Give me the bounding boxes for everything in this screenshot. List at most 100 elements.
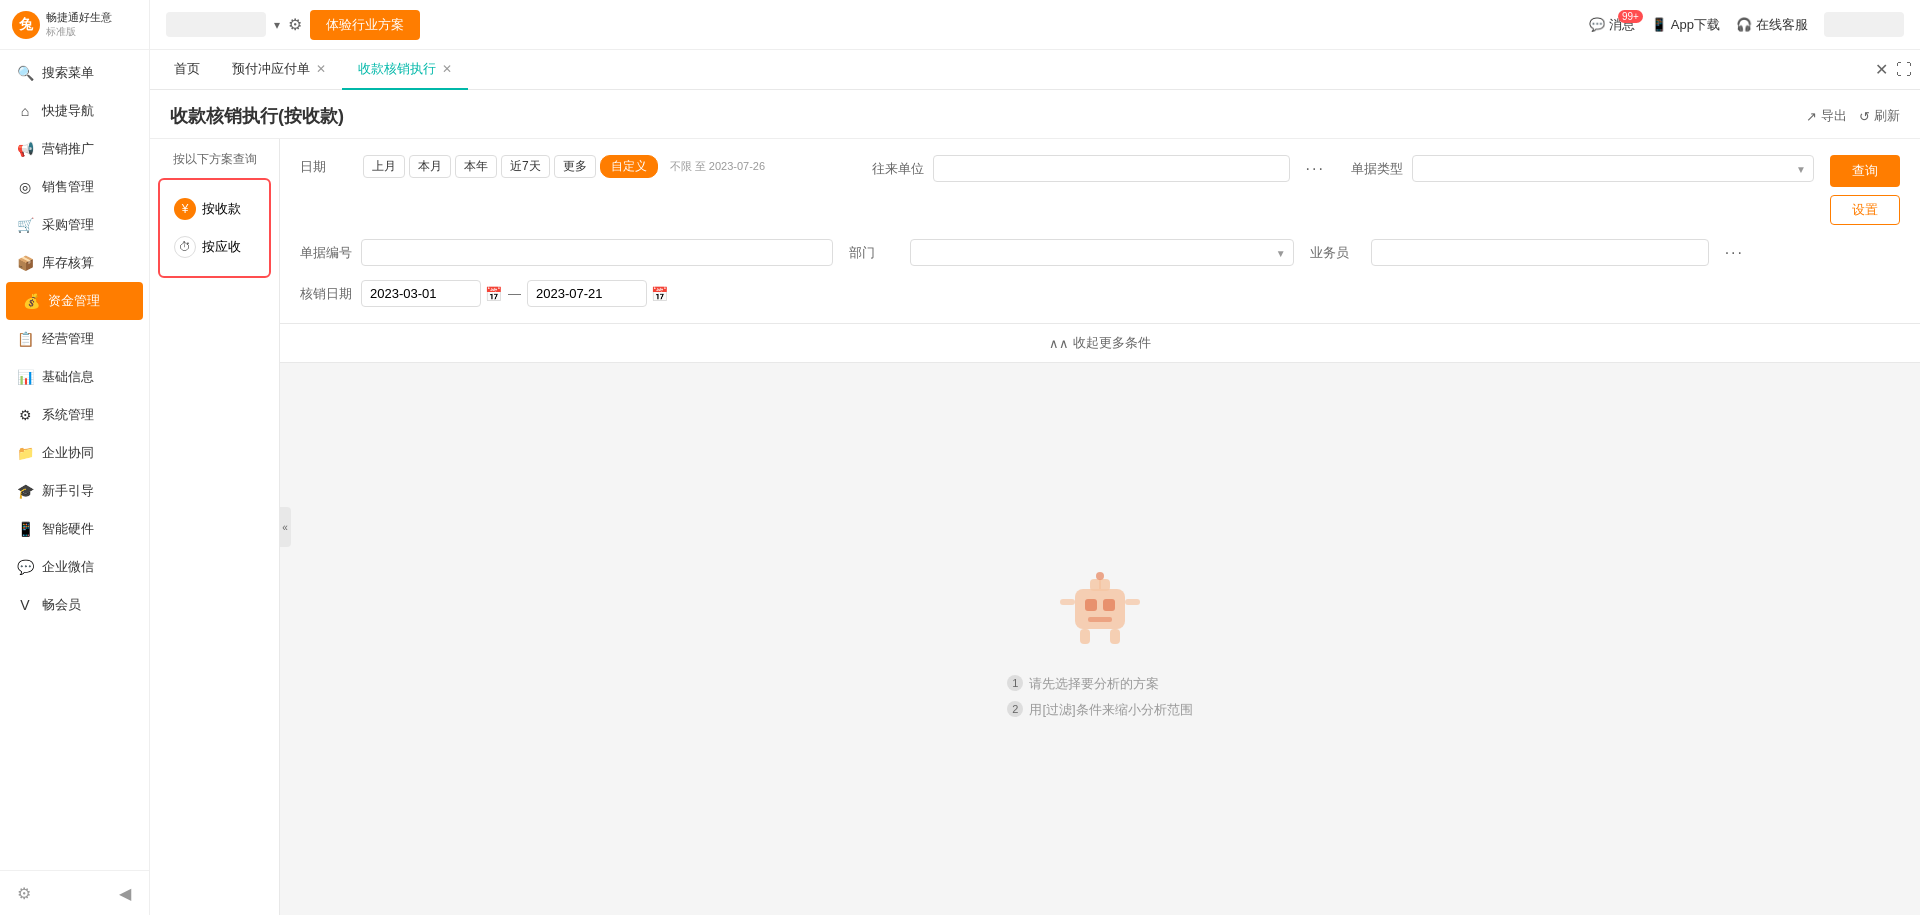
- sidebar-item-基础信息[interactable]: 📊 基础信息: [0, 358, 149, 396]
- svg-rect-7: [1060, 599, 1075, 605]
- svg-rect-0: [1075, 589, 1125, 629]
- sidebar-item-销售管理[interactable]: ◎ 销售管理: [0, 168, 149, 206]
- logo-icon: 兔: [12, 11, 40, 39]
- sidebar-icon: 📦: [16, 254, 34, 272]
- tab-writeoff[interactable]: 收款核销执行 ✕: [342, 50, 468, 90]
- date-btn-this-year[interactable]: 本年: [455, 155, 497, 178]
- sidebar-label: 新手引导: [42, 482, 94, 500]
- writeoff-end-cal-icon[interactable]: 📅: [651, 286, 668, 302]
- settings-icon[interactable]: ⚙: [12, 881, 36, 905]
- svg-rect-2: [1103, 599, 1115, 611]
- page-actions: ↗ 导出 ↺ 刷新: [1806, 107, 1900, 125]
- date-buttons: 上月 本月 本年 近7天 更多 自定义: [363, 155, 658, 178]
- empty-robot-illustration: [1050, 559, 1150, 659]
- sidebar-item-智能硬件[interactable]: 📱 智能硬件: [0, 510, 149, 548]
- refresh-button[interactable]: ↺ 刷新: [1859, 107, 1900, 125]
- export-label: 导出: [1821, 107, 1847, 125]
- date-btn-last-month[interactable]: 上月: [363, 155, 405, 178]
- sidebar-label: 企业协同: [42, 444, 94, 462]
- dept-label: 部门: [849, 244, 904, 262]
- doc-type-select[interactable]: [1412, 155, 1814, 182]
- empty-tips: 1 请先选择要分析的方案 2 用[过滤]条件来缩小分析范围: [1007, 675, 1192, 719]
- sidebar-item-畅会员[interactable]: V 畅会员: [0, 586, 149, 624]
- svg-rect-1: [1085, 599, 1097, 611]
- tab-expand-icon[interactable]: ⛶: [1896, 61, 1912, 79]
- tab-prepay-label: 预付冲应付单: [232, 60, 310, 78]
- employee-input[interactable]: [1371, 239, 1709, 266]
- sidebar-icon: 🎓: [16, 482, 34, 500]
- content-area: 按以下方案查询 ¥ 按收款 ⏱ 按应收 « 日期: [150, 139, 1920, 915]
- filter-by-receipt[interactable]: ¥ 按收款: [168, 190, 261, 228]
- date-btn-this-month[interactable]: 本月: [409, 155, 451, 178]
- empty-tip-1: 1 请先选择要分析的方案: [1007, 675, 1192, 693]
- query-button[interactable]: 查询: [1830, 155, 1900, 187]
- employee-dots-button[interactable]: ···: [1715, 240, 1754, 266]
- user-avatar[interactable]: [1824, 12, 1904, 37]
- message-action[interactable]: 💬 消息 99+: [1589, 16, 1635, 34]
- sidebar-label: 搜索菜单: [42, 64, 94, 82]
- setting-button[interactable]: 设置: [1830, 195, 1900, 225]
- sidebar-icon: 📱: [16, 520, 34, 538]
- sidebar-item-营销推广[interactable]: 📢 营销推广: [0, 130, 149, 168]
- top-bar-right: 💬 消息 99+ 📱 App下载 🎧 在线客服: [1589, 12, 1904, 37]
- dept-select[interactable]: [910, 239, 1293, 266]
- sidebar-item-快捷导航[interactable]: ⌂ 快捷导航: [0, 92, 149, 130]
- settings-gear-icon[interactable]: ⚙: [288, 15, 302, 34]
- sidebar-icon: 📢: [16, 140, 34, 158]
- sidebar-item-系统管理[interactable]: ⚙ 系统管理: [0, 396, 149, 434]
- app-download-action[interactable]: 📱 App下载: [1651, 16, 1720, 34]
- svg-point-6: [1096, 572, 1104, 580]
- sidebar-item-经营管理[interactable]: 📋 经营管理: [0, 320, 149, 358]
- sidebar-item-采购管理[interactable]: 🛒 采购管理: [0, 206, 149, 244]
- sidebar-label: 企业微信: [42, 558, 94, 576]
- filter-receivable-label: 按应收: [202, 238, 241, 256]
- doc-number-input[interactable]: [361, 239, 833, 266]
- tab-prepay-close-icon[interactable]: ✕: [316, 62, 326, 76]
- sidebar-item-企业协同[interactable]: 📁 企业协同: [0, 434, 149, 472]
- date-btn-7days[interactable]: 近7天: [501, 155, 550, 178]
- tab-bar: 首页 预付冲应付单 ✕ 收款核销执行 ✕ ✕ ⛶: [150, 50, 1920, 90]
- sidebar-item-资金管理[interactable]: 💰 资金管理: [6, 282, 143, 320]
- sidebar-label: 智能硬件: [42, 520, 94, 538]
- sidebar-item-企业微信[interactable]: 💬 企业微信: [0, 548, 149, 586]
- date-separator: —: [508, 286, 521, 301]
- tab-close-all-icon[interactable]: ✕: [1875, 60, 1888, 79]
- svg-rect-8: [1125, 599, 1140, 605]
- empty-tip-2: 2 用[过滤]条件来缩小分析范围: [1007, 701, 1192, 719]
- message-badge: 99+: [1618, 10, 1643, 23]
- filter-by-receivable[interactable]: ⏱ 按应收: [168, 228, 261, 266]
- tab-writeoff-close-icon[interactable]: ✕: [442, 62, 452, 76]
- sidebar-label: 经营管理: [42, 330, 94, 348]
- sidebar-label: 基础信息: [42, 368, 94, 386]
- date-range-display: 不限 至 2023-07-26: [670, 159, 765, 174]
- tab-prepay[interactable]: 预付冲应付单 ✕: [216, 50, 342, 90]
- brand-selector[interactable]: [166, 12, 266, 37]
- collapse-sidebar-icon[interactable]: ◀: [113, 881, 137, 905]
- refresh-icon: ↺: [1859, 109, 1870, 124]
- date-btn-more[interactable]: 更多: [554, 155, 596, 178]
- writeoff-date-start-input[interactable]: [361, 280, 481, 307]
- app-label: App下载: [1671, 16, 1720, 34]
- solution-button[interactable]: 体验行业方案: [310, 10, 420, 40]
- filter-collapse-icon[interactable]: «: [279, 507, 291, 547]
- brand-dropdown-icon[interactable]: ▾: [274, 18, 280, 32]
- counterpart-dots-button[interactable]: ···: [1296, 156, 1335, 182]
- query-area: 日期 上月 本月 本年 近7天 更多 自定义 不限 至 2023-07-26 往…: [280, 139, 1920, 915]
- headset-icon: 🎧: [1736, 17, 1752, 32]
- counterpart-input[interactable]: [933, 155, 1290, 182]
- sidebar-label: 营销推广: [42, 140, 94, 158]
- page-header: 收款核销执行(按收款) ↗ 导出 ↺ 刷新: [150, 90, 1920, 139]
- tab-home[interactable]: 首页: [158, 50, 216, 90]
- query-form: 日期 上月 本月 本年 近7天 更多 自定义 不限 至 2023-07-26 往…: [280, 139, 1920, 324]
- sidebar-icon: ⌂: [16, 102, 34, 120]
- writeoff-start-cal-icon[interactable]: 📅: [485, 286, 502, 302]
- sidebar-item-搜索菜单[interactable]: 🔍 搜索菜单: [0, 54, 149, 92]
- collapse-conditions-button[interactable]: ∧∧ 收起更多条件: [280, 324, 1920, 363]
- export-button[interactable]: ↗ 导出: [1806, 107, 1847, 125]
- writeoff-date-end-input[interactable]: [527, 280, 647, 307]
- online-service-action[interactable]: 🎧 在线客服: [1736, 16, 1808, 34]
- date-btn-custom[interactable]: 自定义: [600, 155, 658, 178]
- brand-sub: 标准版: [46, 25, 112, 39]
- sidebar-item-库存核算[interactable]: 📦 库存核算: [0, 244, 149, 282]
- sidebar-item-新手引导[interactable]: 🎓 新手引导: [0, 472, 149, 510]
